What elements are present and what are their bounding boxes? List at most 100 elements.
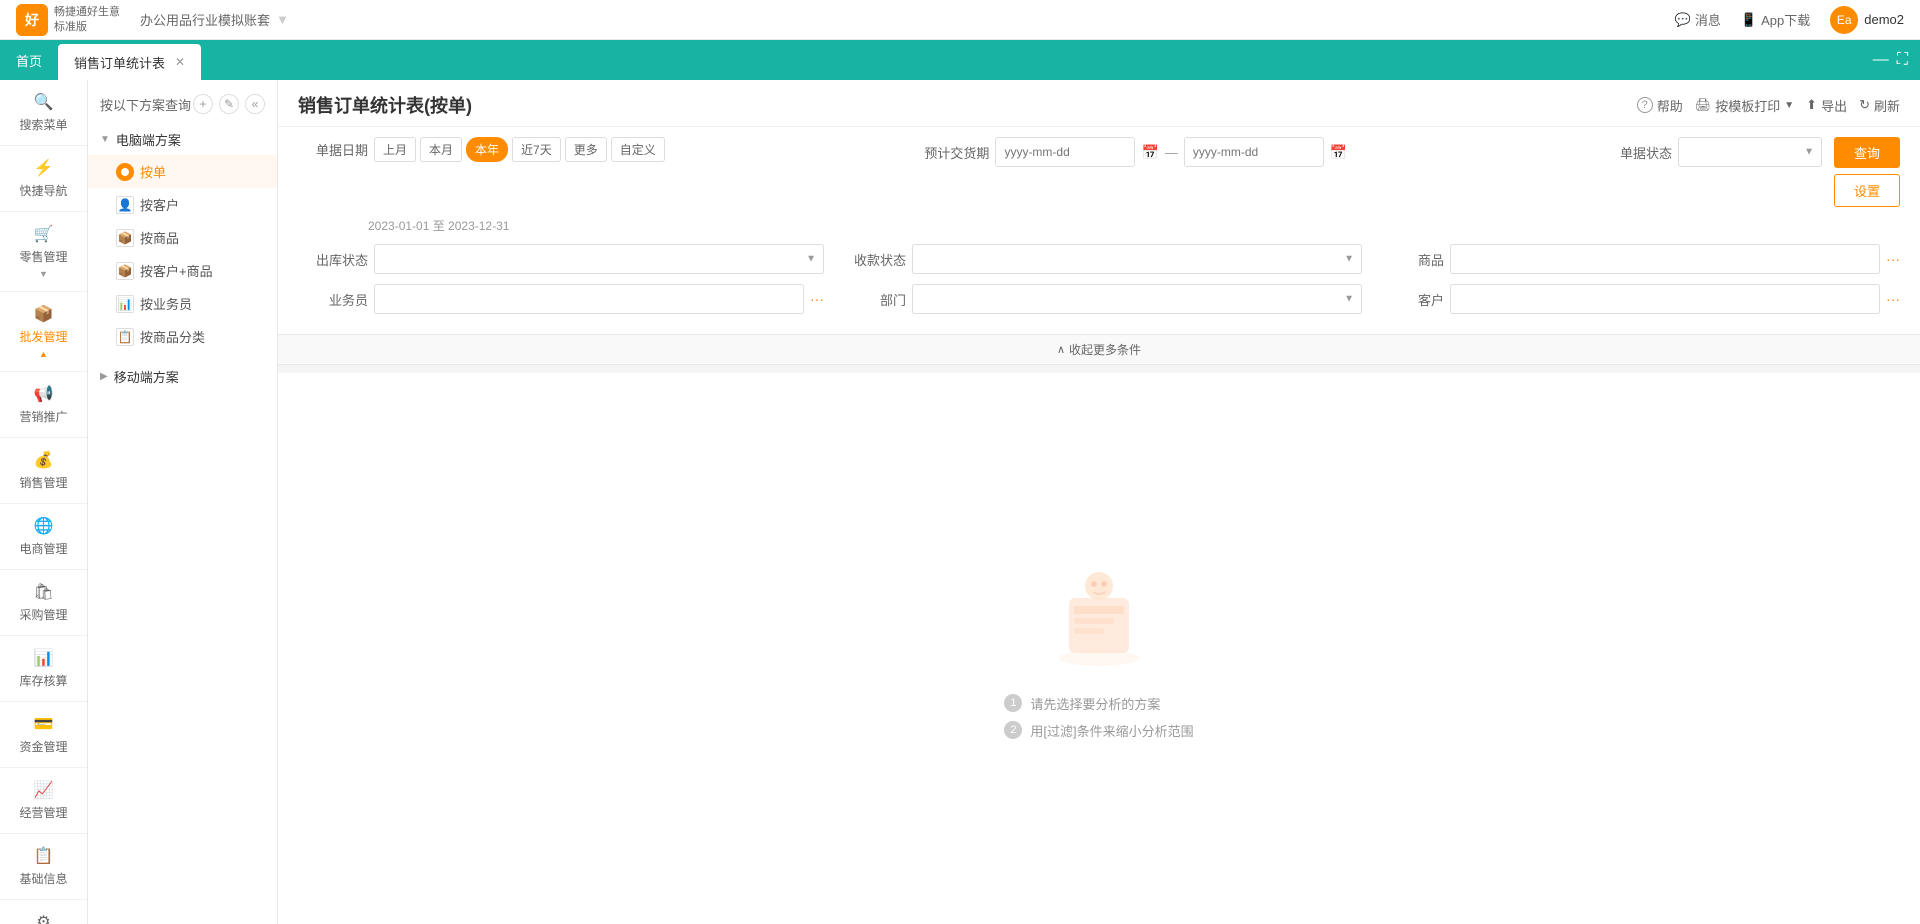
marketing-icon: 📢 [34,384,54,404]
payment-status-select[interactable] [912,244,1362,274]
sidebar-item-marketing[interactable]: 📢 营销推广 [0,372,87,438]
by-salesperson-icon: 📊 [116,295,134,313]
date-btn-more[interactable]: 更多 [565,137,607,162]
left-panel: 按以下方案查询 + ✎ « ▼ 电脑端方案 [88,80,278,924]
date-start-input[interactable] [995,137,1135,167]
product-filter-group: 商品 ··· [1374,244,1900,274]
by-customer-icon: 👤 [116,196,134,214]
export-action[interactable]: ⬆ 导出 [1806,96,1847,115]
date-end-input[interactable] [1184,137,1324,167]
user-area[interactable]: Ea demo2 [1830,6,1904,34]
finance-icon: 💳 [34,714,54,734]
inner-layout: 按以下方案查询 + ✎ « ▼ 电脑端方案 [88,80,1920,924]
date-btn-this-month[interactable]: 本月 [420,137,462,162]
date-range-text: 2023-01-01 至 2023-12-31 [368,217,509,234]
app-download-action[interactable]: 📱 App下载 [1741,10,1810,29]
date-input-end-group: 📅 [1184,137,1347,167]
panel-edit-btn[interactable]: ✎ [219,94,239,114]
sidebar-item-wholesale[interactable]: 📦 批发管理 ▲ [0,292,87,372]
tree-group-mobile-header[interactable]: ▶ 移动端方案 [88,361,277,392]
tree-group-desktop-header[interactable]: ▼ 电脑端方案 [88,124,277,155]
sidebar-item-finance[interactable]: 💳 资金管理 [0,702,87,768]
dept-select-wrapper: ▼ [912,284,1362,314]
empty-hints: 1 请先选择要分析的方案 2 用[过滤]条件来缩小分析范围 [1004,694,1193,740]
customer-more-icon[interactable]: ··· [1886,291,1900,307]
customer-label: 客户 [1374,290,1444,309]
wholesale-arrow-icon: ▲ [39,349,48,359]
delivery-status-select[interactable] [374,244,824,274]
tree-item-by-product[interactable]: 📦 按商品 [88,221,277,254]
salesperson-more-icon[interactable]: ··· [810,291,824,307]
purchase-icon: 🛍 [33,582,53,602]
message-icon: 💬 [1675,12,1691,28]
product-more-icon[interactable]: ··· [1886,251,1900,267]
tab-maximize-icon[interactable]: ⛶ [1897,51,1908,69]
sidebar-item-operation[interactable]: 📈 经营管理 [0,768,87,834]
tree-item-by-salesperson[interactable]: 📊 按业务员 [88,287,277,320]
date-btn-last-month[interactable]: 上月 [374,137,416,162]
sidebar-item-ecommerce[interactable]: 🌐 电商管理 [0,504,87,570]
avatar: Ea [1830,6,1858,34]
sidebar-item-basic[interactable]: 📋 基础信息 [0,834,87,900]
by-order-icon [116,163,134,181]
sidebar-item-retail[interactable]: 🛒 零售管理 ▼ [0,212,87,292]
date-start-icon[interactable]: 📅 [1141,144,1158,161]
basic-icon: 📋 [34,846,54,866]
empty-hint-1: 1 请先选择要分析的方案 [1004,694,1193,713]
ecommerce-icon: 🌐 [34,516,54,536]
tree-item-by-order[interactable]: 按单 [88,155,277,188]
date-btn-this-year[interactable]: 本年 [466,137,508,162]
salesperson-label: 业务员 [298,290,368,309]
panel-collapse-btn[interactable]: « [245,94,265,114]
by-category-icon: 📋 [116,328,134,346]
date-btn-last-7[interactable]: 近7天 [512,137,561,162]
template-print-icon: 🖨 [1695,97,1712,113]
tree-item-by-category[interactable]: 📋 按商品分类 [88,320,277,353]
help-action[interactable]: ? 帮助 [1637,96,1683,115]
breadcrumb-arrow-icon[interactable]: ▼ [276,12,289,27]
logo-text: 畅捷通好生意 标准版 [54,5,120,34]
retail-arrow-icon: ▼ [39,269,48,279]
sidebar-item-search-menu[interactable]: 🔍 搜索菜单 [0,80,87,146]
date-btn-custom[interactable]: 自定义 [611,137,665,162]
tab-minimize-icon[interactable]: — [1873,51,1889,69]
tab-sales-stat[interactable]: 销售订单统计表 ✕ [58,44,201,80]
settings-button[interactable]: 设置 [1834,174,1900,207]
sidebar-item-inventory[interactable]: 📊 库存核算 [0,636,87,702]
main-layout: 🔍 搜索菜单 ⚡ 快捷导航 🛒 零售管理 ▼ 📦 批发管理 ▲ 📢 营销推广 💰… [0,80,1920,924]
salesperson-input[interactable] [374,284,804,314]
collapse-bar[interactable]: ∧ 收起更多条件 [278,334,1920,365]
sales-icon: 💰 [34,450,54,470]
query-button[interactable]: 查询 [1834,137,1900,168]
product-label: 商品 [1374,250,1444,269]
tree-item-by-customer[interactable]: 👤 按客户 [88,188,277,221]
message-action[interactable]: 💬 消息 [1675,10,1721,29]
payment-status-select-wrapper: ▼ [912,244,1362,274]
tab-home[interactable]: 首页 [0,40,58,80]
content-area: 按以下方案查询 + ✎ « ▼ 电脑端方案 [88,80,1920,924]
status-select[interactable] [1678,137,1822,167]
date-end-icon[interactable]: 📅 [1330,144,1347,161]
sidebar-item-quick-nav[interactable]: ⚡ 快捷导航 [0,146,87,212]
template-print-arrow-icon: ▼ [1784,100,1794,111]
date-input-start-group: 📅 [995,137,1158,167]
customer-input[interactable] [1450,284,1880,314]
payment-status-label: 收款状态 [836,250,906,269]
operation-icon: 📈 [34,780,54,800]
sidebar-item-system[interactable]: ⚙ 系统管理 [0,900,87,924]
panel-header: 按以下方案查询 + ✎ « [88,88,277,120]
tab-bar-actions: — ⛶ [1873,51,1920,69]
panel-add-btn[interactable]: + [193,94,213,114]
refresh-action[interactable]: ↻ 刷新 [1859,96,1900,115]
tab-close-icon[interactable]: ✕ [175,55,185,69]
sidebar-item-sales[interactable]: 💰 销售管理 [0,438,87,504]
template-print-action[interactable]: 🖨 按模板打印 ▼ [1695,96,1794,115]
help-icon: ? [1637,97,1653,113]
by-product-icon: 📦 [116,229,134,247]
by-customer-product-icon: 📦 [116,262,134,280]
dept-select[interactable] [912,284,1362,314]
filter-row-3: 业务员 ··· 部门 ▼ [298,284,1900,314]
product-input[interactable] [1450,244,1880,274]
sidebar-item-purchase[interactable]: 🛍 采购管理 [0,570,87,636]
tree-item-by-customer-product[interactable]: 📦 按客户+商品 [88,254,277,287]
